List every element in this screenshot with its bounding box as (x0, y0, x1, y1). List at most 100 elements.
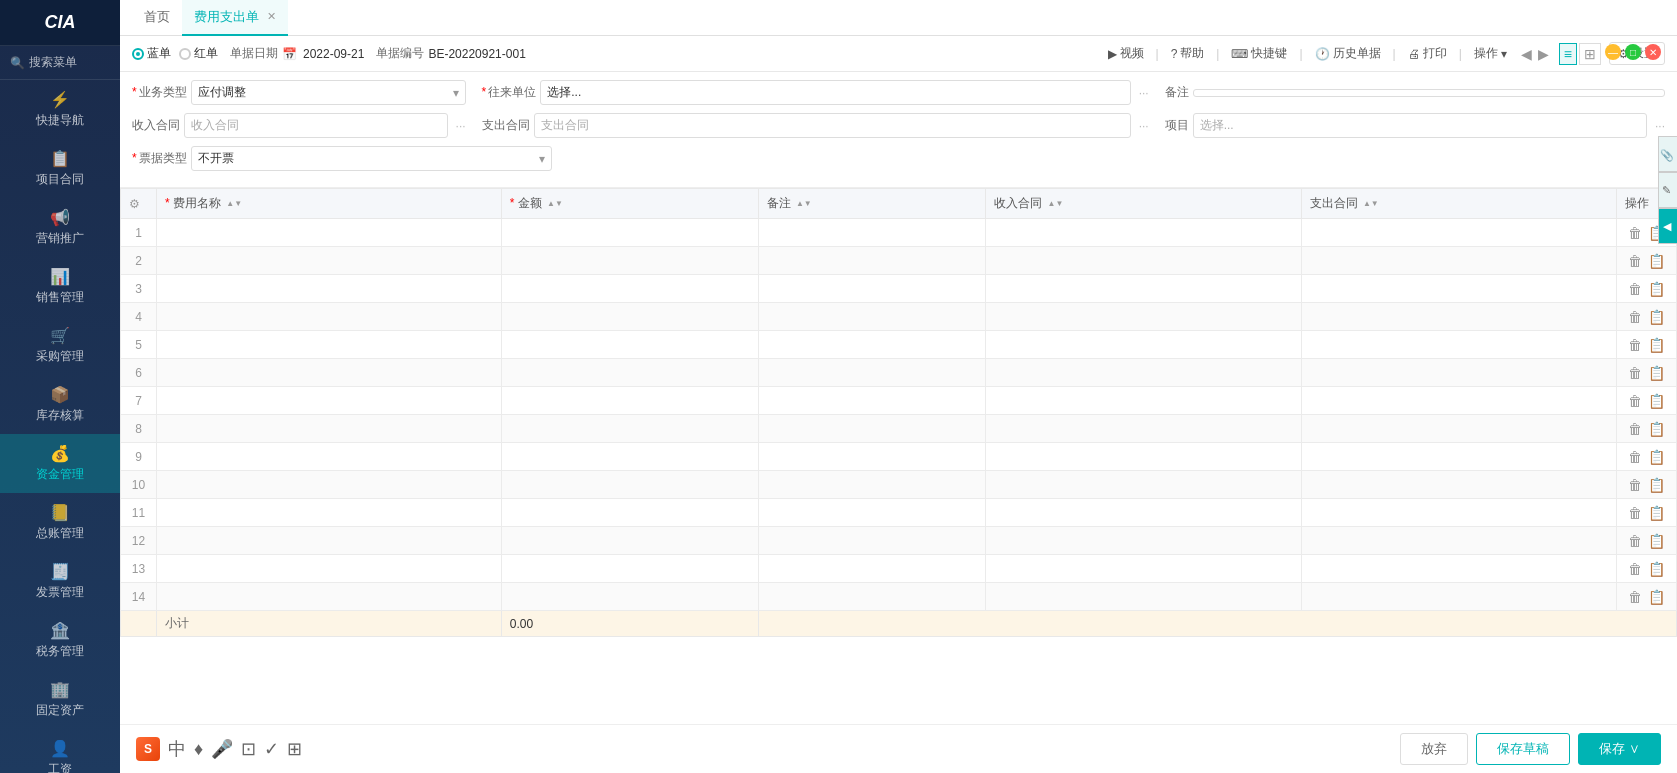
tab-home[interactable]: 首页 (132, 0, 182, 36)
expense-contract-cell[interactable] (1301, 275, 1616, 303)
expense-name-cell[interactable] (157, 415, 502, 443)
expense-contract-header[interactable]: 支出合同 ▲▼ (1301, 189, 1616, 219)
amount-cell[interactable] (501, 527, 758, 555)
save-button[interactable]: 保存 ∨ (1578, 733, 1661, 765)
shortcuts-btn[interactable]: ⌨ 快捷键 (1227, 43, 1291, 64)
copy-row-btn[interactable]: 📋 (1648, 505, 1665, 521)
blue-bill-radio[interactable]: 蓝单 (132, 45, 171, 62)
sidebar-item-payroll[interactable]: 👤 工资 (0, 729, 120, 773)
expense-contract-cell[interactable] (1301, 219, 1616, 247)
discard-button[interactable]: 放弃 (1400, 733, 1468, 765)
delete-row-btn[interactable]: 🗑 (1628, 561, 1642, 577)
amount-cell[interactable] (501, 583, 758, 611)
expense-name-cell[interactable] (157, 359, 502, 387)
income-contract-cell[interactable] (986, 527, 1301, 555)
amount-sort[interactable]: ▲▼ (547, 199, 563, 208)
amount-cell[interactable] (501, 415, 758, 443)
expense-contract-cell[interactable] (1301, 415, 1616, 443)
amount-cell[interactable] (501, 303, 758, 331)
income-contract-cell[interactable] (986, 499, 1301, 527)
sidebar-item-invoice[interactable]: 🧾 发票管理 (0, 552, 120, 611)
amount-cell[interactable] (501, 443, 758, 471)
note-cell[interactable] (758, 583, 986, 611)
expense-contract-cell[interactable] (1301, 499, 1616, 527)
income-contract-cell[interactable] (986, 555, 1301, 583)
expense-name-cell[interactable] (157, 303, 502, 331)
amount-cell[interactable] (501, 359, 758, 387)
expense-contract-cell[interactable] (1301, 443, 1616, 471)
help-btn[interactable]: ? 帮助 (1167, 43, 1209, 64)
income-contract-cell[interactable] (986, 359, 1301, 387)
copy-row-btn[interactable]: 📋 (1648, 589, 1665, 605)
expense-name-cell[interactable] (157, 331, 502, 359)
expense-contract-cell[interactable] (1301, 471, 1616, 499)
expense-name-cell[interactable] (157, 555, 502, 583)
diamond-icon[interactable]: ♦ (194, 739, 203, 760)
income-contract-cell[interactable] (986, 247, 1301, 275)
collapse-side-btn[interactable]: ◀ (1658, 208, 1677, 244)
grid-icon[interactable]: ⊞ (287, 738, 302, 760)
amount-cell[interactable] (501, 331, 758, 359)
expense-name-cell[interactable] (157, 527, 502, 555)
amount-cell[interactable] (501, 387, 758, 415)
expense-name-cell[interactable] (157, 247, 502, 275)
view-list-btn[interactable]: ≡ (1559, 43, 1577, 65)
note-cell[interactable] (758, 275, 986, 303)
delete-row-btn[interactable]: 🗑 (1628, 393, 1642, 409)
settings-column-header[interactable]: ⚙ (121, 189, 157, 219)
note-cell[interactable] (758, 247, 986, 275)
amount-cell[interactable] (501, 555, 758, 583)
expense-contract-cell[interactable] (1301, 583, 1616, 611)
biz-type-select[interactable]: 应付调整 ▾ (191, 80, 466, 105)
remark-input[interactable] (1193, 89, 1665, 97)
delete-row-btn[interactable]: 🗑 (1628, 421, 1642, 437)
copy-row-btn[interactable]: 📋 (1648, 477, 1665, 493)
expense-contract-input[interactable]: 支出合同 (534, 113, 1131, 138)
amount-cell[interactable] (501, 275, 758, 303)
delete-row-btn[interactable]: 🗑 (1628, 225, 1642, 241)
print-btn[interactable]: 🖨 打印 (1404, 43, 1451, 64)
income-contract-cell[interactable] (986, 471, 1301, 499)
copy-row-btn[interactable]: 📋 (1648, 337, 1665, 353)
expense-contract-cell[interactable] (1301, 303, 1616, 331)
expense-name-cell[interactable] (157, 471, 502, 499)
amount-cell[interactable] (501, 219, 758, 247)
sidebar-item-accounting[interactable]: 📒 总账管理 (0, 493, 120, 552)
note-cell[interactable] (758, 303, 986, 331)
note-cell[interactable] (758, 527, 986, 555)
copy-row-btn[interactable]: 📋 (1648, 365, 1665, 381)
income-contract-more[interactable]: ··· (456, 119, 466, 133)
income-contract-cell[interactable] (986, 583, 1301, 611)
delete-row-btn[interactable]: 🗑 (1628, 505, 1642, 521)
sidebar-item-inventory[interactable]: 📦 库存核算 (0, 375, 120, 434)
expense-name-header[interactable]: * 费用名称 ▲▼ (157, 189, 502, 219)
nav-next-btn[interactable]: ▶ (1536, 46, 1551, 62)
expense-contract-cell[interactable] (1301, 359, 1616, 387)
note-cell[interactable] (758, 471, 986, 499)
expense-contract-more[interactable]: ··· (1139, 119, 1149, 133)
doc-num-value[interactable]: BE-20220921-001 (428, 47, 525, 61)
expense-name-cell[interactable] (157, 443, 502, 471)
sidebar-item-capital[interactable]: 💰 资金管理 (0, 434, 120, 493)
video-btn[interactable]: ▶ 视频 (1104, 43, 1148, 64)
note-cell[interactable] (758, 415, 986, 443)
expense-name-cell[interactable] (157, 387, 502, 415)
copy-row-btn[interactable]: 📋 (1648, 393, 1665, 409)
income-contract-cell[interactable] (986, 415, 1301, 443)
partner-more[interactable]: ··· (1139, 86, 1149, 100)
expense-contract-sort[interactable]: ▲▼ (1363, 199, 1379, 208)
income-contract-input[interactable]: 收入合同 (184, 113, 448, 138)
copy-row-btn[interactable]: 📋 (1648, 253, 1665, 269)
nav-prev-btn[interactable]: ◀ (1519, 46, 1534, 62)
check-icon[interactable]: ✓ (264, 738, 279, 760)
mic-icon[interactable]: 🎤 (211, 738, 233, 760)
zhong-icon[interactable]: 中 (168, 737, 186, 761)
window-close-btn[interactable]: ✕ (1645, 44, 1661, 60)
edit-side-btn[interactable]: ✎ (1658, 172, 1677, 208)
invoice-type-select[interactable]: 不开票 ▾ (191, 146, 552, 171)
expense-contract-cell[interactable] (1301, 527, 1616, 555)
operations-btn[interactable]: 操作 ▾ (1470, 43, 1511, 64)
tab-expense[interactable]: 费用支出单 ✕ (182, 0, 288, 36)
note-cell[interactable] (758, 387, 986, 415)
window-maximize-btn[interactable]: □ (1625, 44, 1641, 60)
